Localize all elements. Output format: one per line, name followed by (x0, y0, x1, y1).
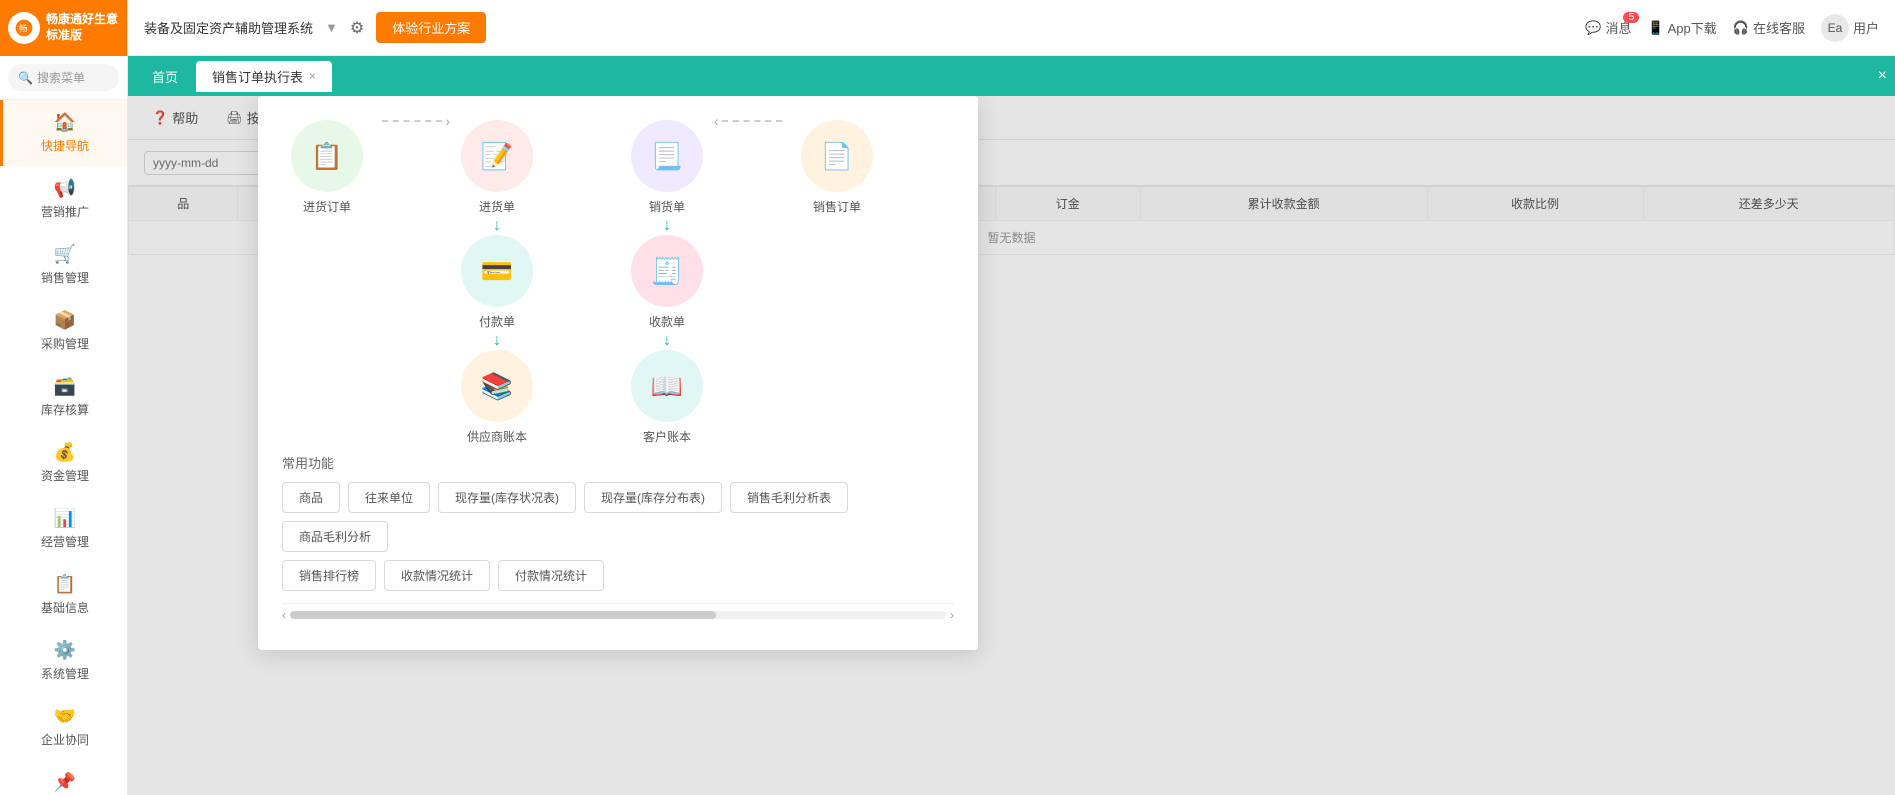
btn-sales-ranking[interactable]: 销售排行榜 (282, 560, 376, 591)
supplier-account-icon: 📚 (461, 350, 533, 422)
scrollbar-right-arrow[interactable]: › (950, 608, 954, 622)
logo-text: 畅康通好生意 标准版 (46, 12, 118, 43)
dropdown-icon[interactable]: ▼ (325, 20, 338, 35)
home-icon: 🏠 (54, 112, 76, 133)
sidebar-item-purchase[interactable]: 📦 采购管理 (0, 298, 127, 364)
cooperation-icon: 🤝 (54, 706, 76, 727)
btn-product-profit-analysis[interactable]: 商品毛利分析 (282, 521, 388, 552)
sidebar-item-basic-info[interactable]: 📋 基础信息 (0, 562, 127, 628)
sidebar-nav: 🏠 快捷导航 📢 营销推广 🛒 销售管理 📦 采购管理 🗃️ 库存核算 💰 (0, 100, 127, 795)
quick-nav-modal: 📋 进货订单 › 📝 进货单 (258, 96, 978, 650)
common-buttons-row-2: 销售排行榜 收款情况统计 付款情况统计 (282, 560, 954, 591)
download-icon: 📱 (1647, 20, 1663, 36)
tab-sales-order[interactable]: 销售订单执行表 × (196, 61, 332, 92)
system-icon: ⚙️ (54, 640, 76, 661)
header-actions: 💬 消息 5 📱 App下载 🎧 在线客服 Ea 用户 (1585, 14, 1879, 42)
operations-icon: 📊 (54, 508, 76, 529)
btn-partners[interactable]: 往来单位 (348, 482, 430, 513)
scrollbar-thumb (290, 611, 716, 619)
sidebar-item-cooperation[interactable]: 🤝 企业协同 (0, 694, 127, 760)
tab-bar-close-button[interactable]: × (1878, 67, 1887, 85)
btn-inventory-status[interactable]: 现存量(库存状况表) (438, 482, 576, 513)
flow-item-receipt-bill[interactable]: 🧾 收款单 (622, 235, 712, 330)
content-area: ❓ 帮助 🖨 按模板打印 ▼ ⬇ 导出 ↻ 刷新 (128, 96, 1895, 795)
service-icon: 🎧 (1733, 20, 1749, 36)
logo-icon: 畅 (8, 12, 40, 44)
try-plan-button[interactable]: 体验行业方案 (376, 12, 486, 43)
modal-overlay: 📋 进货订单 › 📝 进货单 (128, 96, 1895, 795)
scrollbar-track[interactable] (290, 611, 946, 619)
btn-inventory-distribution[interactable]: 现存量(库存分布表) (584, 482, 722, 513)
sidebar-item-quick-nav[interactable]: 🏠 快捷导航 (0, 100, 127, 166)
tab-close-icon[interactable]: × (309, 69, 316, 83)
avatar: Ea (1821, 14, 1849, 42)
btn-payment-stats[interactable]: 付款情况统计 (498, 560, 604, 591)
receipt-bill-icon: 🧾 (631, 235, 703, 307)
common-functions: 常用功能 商品 往来单位 现存量(库存状况表) 现存量(库存分布表) 销售毛利分… (282, 453, 954, 591)
inventory-icon: 🗃️ (54, 376, 76, 397)
header: 装备及固定资产辅助管理系统 ▼ ⚙ 体验行业方案 💬 消息 5 📱 App下载 … (128, 0, 1895, 56)
scrollbar-left-arrow[interactable]: ‹ (282, 608, 286, 622)
tab-bar: 首页 销售订单执行表 × × (128, 56, 1895, 96)
sidebar-item-finance[interactable]: 💰 资金管理 (0, 430, 127, 496)
sales-icon: 🛒 (54, 244, 76, 265)
search-menu-button[interactable]: 🔍 搜索菜单 (8, 64, 119, 91)
app-download-action[interactable]: 📱 App下载 (1647, 18, 1716, 37)
btn-receipt-stats[interactable]: 收款情况统计 (384, 560, 490, 591)
sidebar-item-guide[interactable]: 📌 新手引导 (0, 760, 127, 795)
flow-item-payment-bill[interactable]: 💳 付款单 (452, 235, 542, 330)
sidebar-item-sales[interactable]: 🛒 销售管理 (0, 232, 127, 298)
user-action[interactable]: Ea 用户 (1821, 14, 1879, 42)
search-icon: 🔍 (18, 71, 33, 85)
message-icon: 💬 (1585, 20, 1601, 36)
flow-item-supplier-account[interactable]: 📚 供应商账本 (452, 350, 542, 445)
flow-item-sales-bill[interactable]: 📃 销货单 (622, 120, 712, 215)
system-name: 装备及固定资产辅助管理系统 (144, 18, 313, 37)
sidebar-item-marketing[interactable]: 📢 营销推广 (0, 166, 127, 232)
message-action[interactable]: 💬 消息 5 (1585, 18, 1631, 37)
sidebar-item-operations[interactable]: 📊 经营管理 (0, 496, 127, 562)
settings-icon[interactable]: ⚙ (350, 18, 364, 38)
customer-service-action[interactable]: 🎧 在线客服 (1733, 18, 1805, 37)
purchase-icon: 📦 (54, 310, 76, 331)
btn-sales-profit-analysis[interactable]: 销售毛利分析表 (730, 482, 848, 513)
finance-icon: 💰 (54, 442, 76, 463)
modal-scrollbar-row: ‹ › (282, 603, 954, 626)
svg-text:畅: 畅 (19, 23, 27, 33)
customer-account-icon: 📖 (631, 350, 703, 422)
common-functions-title: 常用功能 (282, 453, 954, 472)
main-content: 装备及固定资产辅助管理系统 ▼ ⚙ 体验行业方案 💬 消息 5 📱 App下载 … (128, 0, 1895, 795)
guide-icon: 📌 (54, 772, 76, 793)
sales-bill-icon: 📃 (631, 120, 703, 192)
flow-item-customer-account[interactable]: 📖 客户账本 (622, 350, 712, 445)
marketing-icon: 📢 (54, 178, 76, 199)
sidebar-logo: 畅 畅康通好生意 标准版 (0, 0, 127, 56)
common-buttons-row-1: 商品 往来单位 现存量(库存状况表) 现存量(库存分布表) 销售毛利分析表 商品… (282, 482, 954, 552)
tab-home[interactable]: 首页 (136, 61, 194, 92)
sidebar: 畅 畅康通好生意 标准版 🔍 搜索菜单 🏠 快捷导航 📢 营销推广 � (0, 0, 128, 795)
sidebar-item-system[interactable]: ⚙️ 系统管理 (0, 628, 127, 694)
sidebar-item-inventory[interactable]: 🗃️ 库存核算 (0, 364, 127, 430)
payment-bill-icon: 💳 (461, 235, 533, 307)
message-badge: 5 (1623, 12, 1639, 23)
flow-item-sales-order[interactable]: 📄 销售订单 (792, 120, 882, 215)
purchase-bill-icon: 📝 (461, 120, 533, 192)
btn-product[interactable]: 商品 (282, 482, 340, 513)
basic-info-icon: 📋 (54, 574, 76, 595)
flow-item-purchase-order[interactable]: 📋 进货订单 (282, 120, 372, 215)
purchase-order-icon: 📋 (291, 120, 363, 192)
sidebar-search-area: 🔍 搜索菜单 (0, 56, 127, 100)
flow-item-purchase-bill[interactable]: 📝 进货单 (452, 120, 542, 215)
sales-order-icon: 📄 (801, 120, 873, 192)
